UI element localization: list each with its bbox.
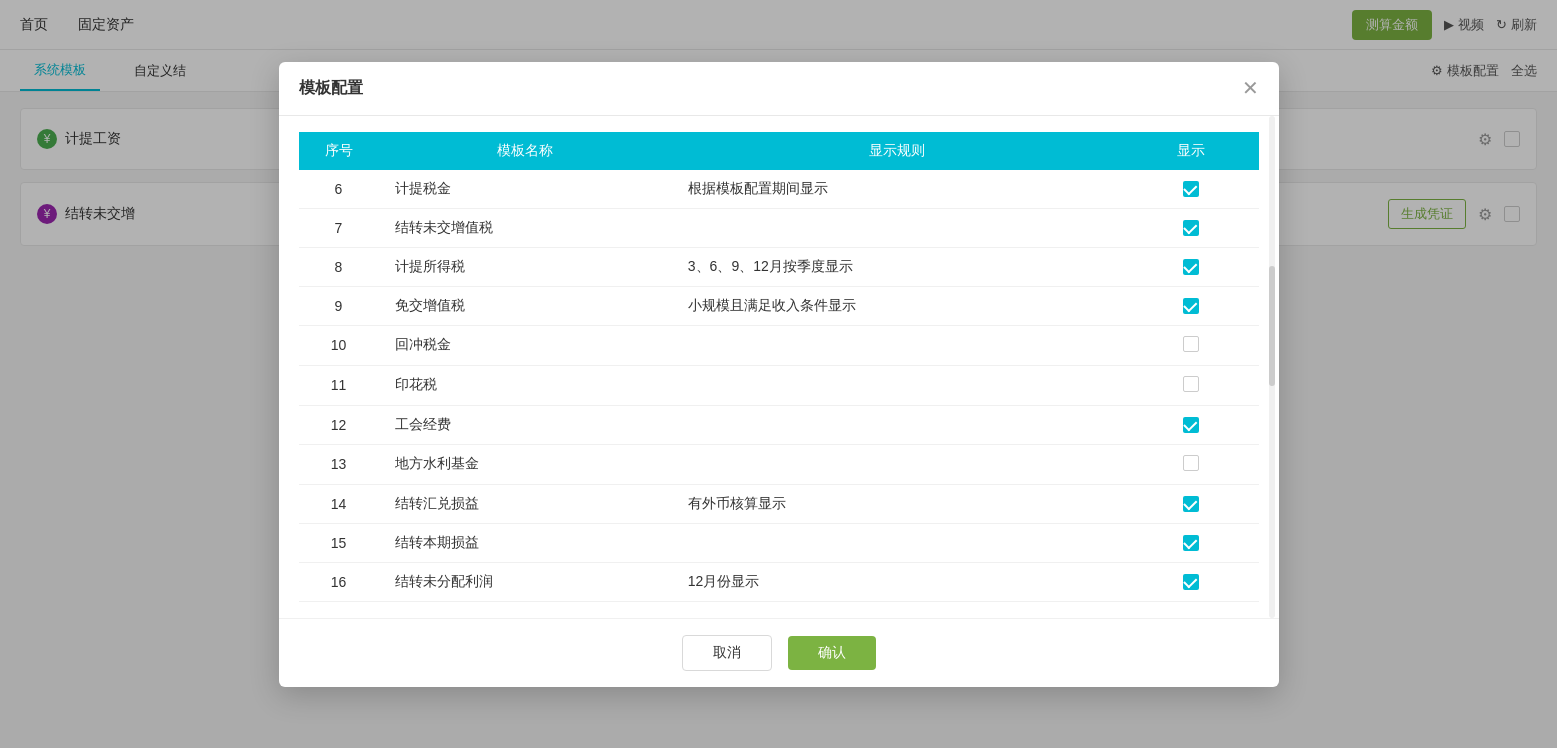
cell-index: 11	[299, 365, 379, 405]
checkbox-row-16[interactable]	[1183, 574, 1199, 590]
modal-header: 模板配置 ✕	[279, 62, 1279, 116]
cell-checkbox	[1123, 247, 1258, 286]
col-header-index: 序号	[299, 132, 379, 170]
col-header-name: 模板名称	[379, 132, 672, 170]
cell-checkbox	[1123, 484, 1258, 523]
cell-rule: 根据模板配置期间显示	[672, 170, 1123, 209]
checkbox-row-14[interactable]	[1183, 496, 1199, 512]
cell-name: 地方水利基金	[379, 444, 672, 484]
table-row: 14结转汇兑损益有外币核算显示	[299, 484, 1259, 523]
cell-index: 10	[299, 325, 379, 365]
cell-index: 9	[299, 286, 379, 325]
scrollbar[interactable]	[1269, 116, 1275, 618]
cell-rule	[672, 365, 1123, 405]
cell-rule: 12月份显示	[672, 562, 1123, 601]
cell-name: 结转未交增值税	[379, 208, 672, 247]
checkbox-row-8[interactable]	[1183, 259, 1199, 275]
cell-rule	[672, 444, 1123, 484]
cell-name: 免交增值税	[379, 286, 672, 325]
cell-rule: 有外币核算显示	[672, 484, 1123, 523]
cell-rule: 3、6、9、12月按季度显示	[672, 247, 1123, 286]
cell-rule	[672, 405, 1123, 444]
table-row: 7结转未交增值税	[299, 208, 1259, 247]
cell-checkbox	[1123, 523, 1258, 562]
cell-name: 回冲税金	[379, 325, 672, 365]
modal-title: 模板配置	[299, 78, 363, 99]
checkbox-row-15[interactable]	[1183, 535, 1199, 551]
cell-rule: 小规模且满足收入条件显示	[672, 286, 1123, 325]
table-header-row: 序号 模板名称 显示规则 显示	[299, 132, 1259, 170]
cell-name: 结转汇兑损益	[379, 484, 672, 523]
cell-index: 12	[299, 405, 379, 444]
cell-index: 7	[299, 208, 379, 247]
table-row: 8计提所得税3、6、9、12月按季度显示	[299, 247, 1259, 286]
cell-checkbox	[1123, 286, 1258, 325]
confirm-button[interactable]: 确认	[788, 636, 876, 670]
cell-name: 工会经费	[379, 405, 672, 444]
config-table: 序号 模板名称 显示规则 显示 6计提税金根据模板配置期间显示7结转未交增值税8…	[299, 132, 1259, 602]
cell-index: 6	[299, 170, 379, 209]
modal-overlay: 模板配置 ✕ 序号 模板名称 显示规则 显示 6计提税金根据模板配置期间显示7结…	[0, 0, 1557, 748]
scrollbar-thumb[interactable]	[1269, 266, 1275, 386]
close-button[interactable]: ✕	[1242, 78, 1259, 98]
cell-index: 13	[299, 444, 379, 484]
modal-footer: 取消 确认	[279, 618, 1279, 687]
table-row: 9免交增值税小规模且满足收入条件显示	[299, 286, 1259, 325]
table-row: 6计提税金根据模板配置期间显示	[299, 170, 1259, 209]
cell-checkbox	[1123, 325, 1258, 365]
table-row: 12工会经费	[299, 405, 1259, 444]
cell-checkbox	[1123, 365, 1258, 405]
table-row: 15结转本期损益	[299, 523, 1259, 562]
cell-index: 16	[299, 562, 379, 601]
cell-checkbox	[1123, 405, 1258, 444]
cell-name: 结转本期损益	[379, 523, 672, 562]
checkbox-row-10[interactable]	[1183, 336, 1199, 352]
cell-name: 计提所得税	[379, 247, 672, 286]
cell-checkbox	[1123, 208, 1258, 247]
table-row: 16结转未分配利润12月份显示	[299, 562, 1259, 601]
cell-index: 14	[299, 484, 379, 523]
table-row: 11印花税	[299, 365, 1259, 405]
cell-checkbox	[1123, 444, 1258, 484]
cell-index: 8	[299, 247, 379, 286]
cell-name: 结转未分配利润	[379, 562, 672, 601]
template-config-modal: 模板配置 ✕ 序号 模板名称 显示规则 显示 6计提税金根据模板配置期间显示7结…	[279, 62, 1279, 687]
checkbox-row-13[interactable]	[1183, 455, 1199, 471]
col-header-display: 显示	[1123, 132, 1258, 170]
modal-body: 序号 模板名称 显示规则 显示 6计提税金根据模板配置期间显示7结转未交增值税8…	[279, 116, 1279, 618]
table-row: 10回冲税金	[299, 325, 1259, 365]
checkbox-row-11[interactable]	[1183, 376, 1199, 392]
cell-checkbox	[1123, 170, 1258, 209]
checkbox-row-7[interactable]	[1183, 220, 1199, 236]
cell-name: 计提税金	[379, 170, 672, 209]
checkbox-row-9[interactable]	[1183, 298, 1199, 314]
checkbox-row-6[interactable]	[1183, 181, 1199, 197]
cell-name: 印花税	[379, 365, 672, 405]
cell-rule	[672, 523, 1123, 562]
table-row: 13地方水利基金	[299, 444, 1259, 484]
cell-rule	[672, 208, 1123, 247]
cell-checkbox	[1123, 562, 1258, 601]
cell-index: 15	[299, 523, 379, 562]
checkbox-row-12[interactable]	[1183, 417, 1199, 433]
col-header-rule: 显示规则	[672, 132, 1123, 170]
cancel-button[interactable]: 取消	[682, 635, 772, 671]
cell-rule	[672, 325, 1123, 365]
